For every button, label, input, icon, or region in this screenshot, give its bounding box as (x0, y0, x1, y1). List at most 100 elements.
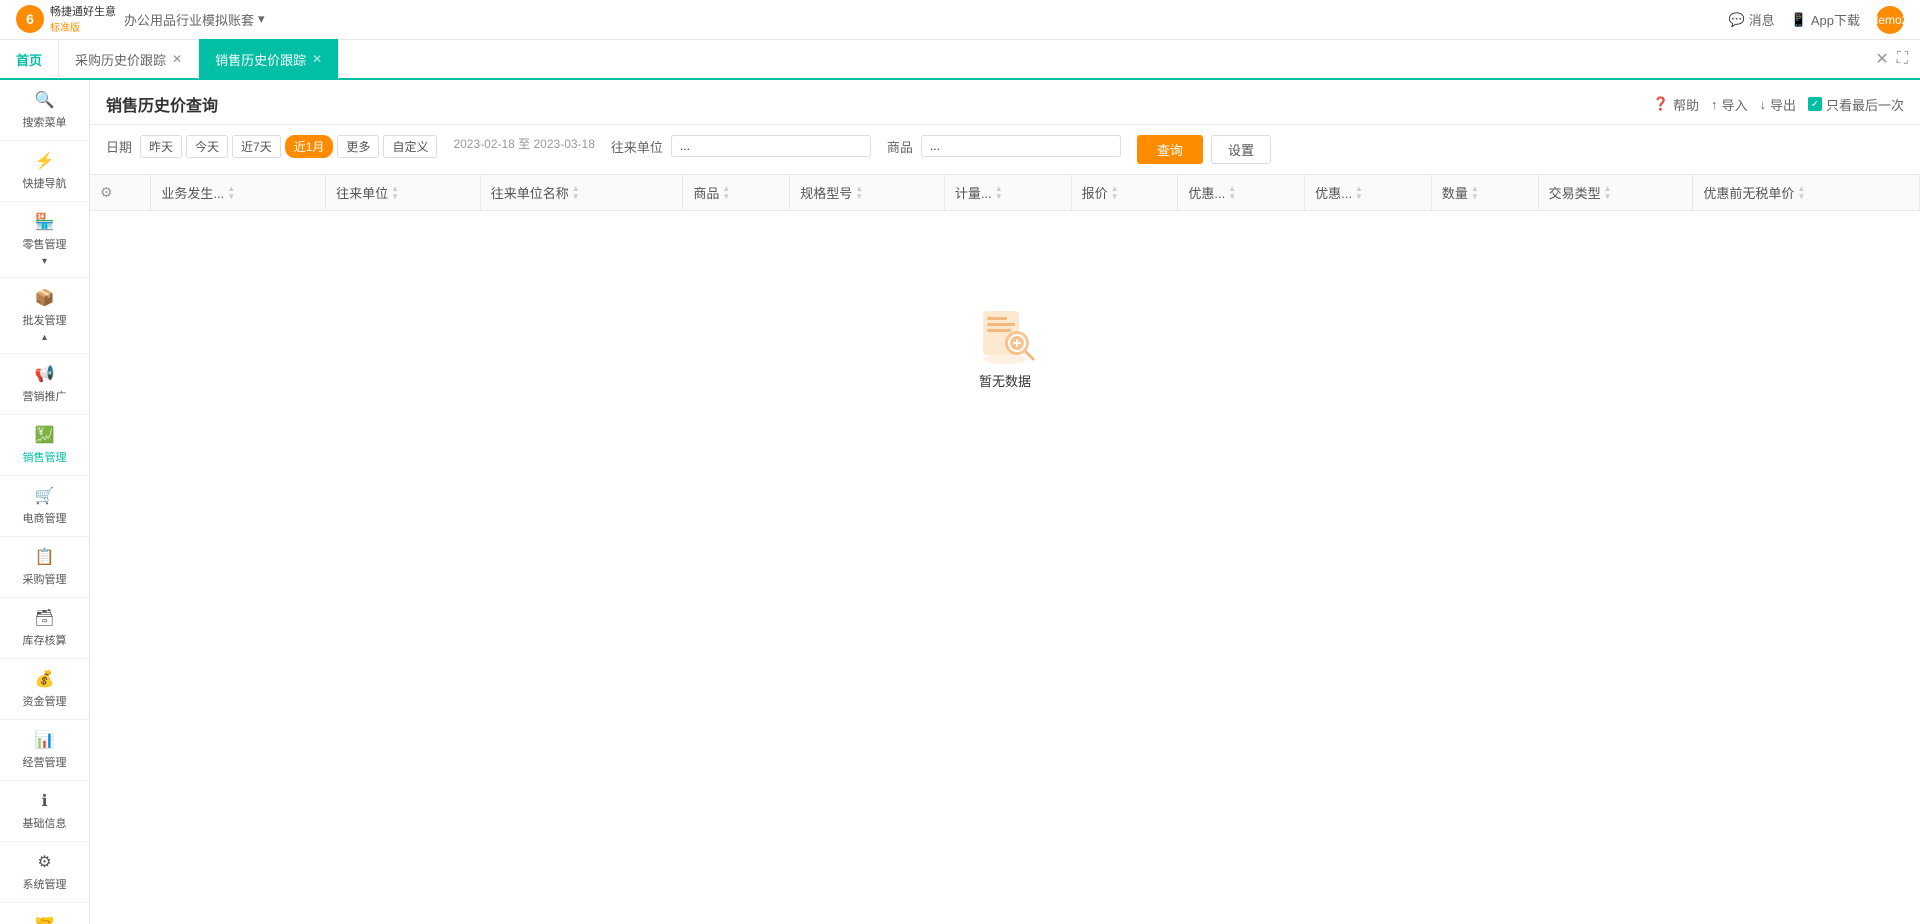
sidebar-item-operations-mgmt[interactable]: 📊 经营管理 (0, 720, 89, 781)
tab-sales-history-label: 销售历史价跟踪 (215, 50, 306, 69)
sidebar-label-quick-nav: 快捷导航 (23, 175, 67, 191)
th-discount1[interactable]: 优惠... ▲▼ (1178, 175, 1305, 211)
message-icon: 💬 (1728, 12, 1744, 28)
th-unit[interactable]: 计量... ▲▼ (944, 175, 1071, 211)
th-partner-code-label: 往来单位 (336, 183, 388, 202)
settings-button[interactable]: 设置 (1211, 135, 1271, 164)
sort-arrows-partner-name: ▲▼ (572, 185, 580, 201)
sidebar-item-quick-nav[interactable]: ⚡ 快捷导航 (0, 141, 89, 202)
tab-purchase-history-label: 采购历史价跟踪 (75, 50, 166, 69)
app-label: App下载 (1811, 10, 1860, 29)
partner-filter-label: 往来单位 (611, 137, 663, 156)
tab-home-label: 首页 (16, 50, 42, 69)
th-trade-type[interactable]: 交易类型 ▲▼ (1538, 175, 1693, 211)
sort-arrows-partner-code: ▲▼ (391, 185, 399, 201)
app-download-btn[interactable]: 📱 App下载 (1791, 10, 1860, 29)
sort-arrows-qty: ▲▼ (1471, 185, 1479, 201)
th-biz-date[interactable]: 业务发生... ▲▼ (151, 175, 326, 211)
th-gear[interactable]: ⚙ (90, 175, 151, 211)
sidebar-item-inventory[interactable]: 🗃 库存核算 (0, 598, 89, 659)
date-btn-custom[interactable]: 自定义 (383, 135, 437, 158)
inventory-icon: 🗃 (34, 608, 54, 628)
product-input[interactable]: ... (921, 135, 1121, 157)
sidebar-item-enterprise-collab[interactable]: 🤝 企业协同 (0, 903, 89, 924)
sidebar-item-search-menu[interactable]: 🔍 搜索菜单 (0, 80, 89, 141)
th-trade-type-label: 交易类型 (1549, 183, 1601, 202)
th-qty[interactable]: 数量 ▲▼ (1431, 175, 1538, 211)
partner-input[interactable]: ... (671, 135, 871, 157)
logo-area: 6 畅捷通好生意 标准版 (16, 5, 116, 34)
sidebar-item-purchase-mgmt[interactable]: 📋 采购管理 (0, 537, 89, 598)
only-last-label: 只看最后一次 (1826, 95, 1904, 114)
table-header-row: ⚙ 业务发生... ▲▼ 往来单位 ▲▼ (90, 175, 1920, 211)
th-pre-tax-price-label: 优惠前无税单价 (1703, 183, 1794, 202)
wholesale-icon: 📦 (35, 288, 55, 308)
tab-purchase-history[interactable]: 采购历史价跟踪 ✕ (59, 39, 199, 79)
finance-icon: 💰 (35, 669, 55, 689)
th-partner-code[interactable]: 往来单位 ▲▼ (326, 175, 481, 211)
th-unit-label: 计量... (955, 183, 992, 202)
date-btn-last1month[interactable]: 近1月 (285, 135, 334, 158)
user-profile[interactable]: demo2 (1876, 6, 1904, 34)
import-btn[interactable]: ↑ 导入 (1711, 95, 1748, 114)
th-pre-tax-price[interactable]: 优惠前无税单价 ▲▼ (1693, 175, 1920, 211)
logo-icon: 6 (16, 5, 44, 33)
sort-arrows-pre-tax-price: ▲▼ (1797, 185, 1805, 201)
date-btn-today[interactable]: 今天 (186, 135, 228, 158)
system-icon: ⚙ (37, 852, 51, 872)
only-last-checkbox-label[interactable]: ✓ 只看最后一次 (1808, 95, 1904, 114)
sidebar-item-ecommerce-mgmt[interactable]: 🛒 电商管理 (0, 476, 89, 537)
page-header-actions: ❓ 帮助 ↑ 导入 ↓ 导出 ✓ 只看最后一次 (1653, 95, 1904, 114)
date-filter-row: 日期 昨天 今天 近7天 近1月 更多 自定义 (106, 135, 437, 158)
sidebar-item-marketing[interactable]: 📢 营销推广 (0, 354, 89, 415)
sidebar-item-sales-mgmt[interactable]: 💹 销售管理 (0, 415, 89, 476)
date-btn-more[interactable]: 更多 (337, 135, 379, 158)
dropdown-arrow-icon: ▾ (258, 11, 265, 27)
sidebar-label-ecommerce-mgmt: 电商管理 (23, 510, 67, 526)
retail-arrow-icon: ▾ (42, 256, 47, 267)
filter-actions: 查询 设置 (1137, 135, 1271, 164)
close-all-tabs-btn[interactable]: ✕ (1875, 49, 1888, 69)
help-btn[interactable]: ❓ 帮助 (1653, 95, 1699, 114)
ecommerce-icon: 🛒 (35, 486, 55, 506)
tab-home[interactable]: 首页 (0, 39, 59, 79)
page-title: 销售历史价查询 (106, 92, 218, 116)
date-btn-last7days[interactable]: 近7天 (232, 135, 281, 158)
maximize-btn[interactable]: ⛶ (1897, 50, 1908, 68)
message-btn[interactable]: 💬 消息 (1728, 10, 1774, 29)
import-label: 导入 (1721, 95, 1747, 114)
th-discount2[interactable]: 优惠... ▲▼ (1305, 175, 1432, 211)
th-spec[interactable]: 规格型号 ▲▼ (790, 175, 945, 211)
date-filter-label: 日期 (106, 137, 132, 156)
main-area: 🔍 搜索菜单 ⚡ 快捷导航 🏪 零售管理 ▾ 📦 批发管理 ▴ 📢 营销推广 💹… (0, 80, 1920, 924)
purchase-icon: 📋 (35, 547, 55, 567)
th-product[interactable]: 商品 ▲▼ (683, 175, 790, 211)
query-button[interactable]: 查询 (1137, 135, 1203, 164)
sort-arrows-quote: ▲▼ (1111, 185, 1119, 201)
only-last-checkbox[interactable]: ✓ (1808, 97, 1822, 111)
th-partner-name[interactable]: 往来单位名称 ▲▼ (480, 175, 683, 211)
date-range-row: 2023-02-18 至 2023-03-18 (453, 135, 594, 152)
sidebar-item-retail-mgmt[interactable]: 🏪 零售管理 ▾ (0, 202, 89, 278)
topbar-right: 💬 消息 📱 App下载 demo2 (1728, 6, 1904, 34)
sidebar-item-system-mgmt[interactable]: ⚙ 系统管理 (0, 842, 89, 903)
data-table: ⚙ 业务发生... ▲▼ 往来单位 ▲▼ (90, 175, 1920, 211)
export-btn[interactable]: ↓ 导出 (1759, 95, 1796, 114)
th-quote[interactable]: 报价 ▲▼ (1071, 175, 1178, 211)
sidebar-item-finance-mgmt[interactable]: 💰 资金管理 (0, 659, 89, 720)
sidebar-item-wholesale-mgmt[interactable]: 📦 批发管理 ▴ (0, 278, 89, 354)
account-dropdown[interactable]: 办公用品行业模拟账套 ▾ (124, 10, 265, 29)
tab-sales-history[interactable]: 销售历史价跟踪 ✕ (199, 39, 339, 79)
sort-arrows-trade-type: ▲▼ (1604, 185, 1612, 201)
date-btn-yesterday[interactable]: 昨天 (140, 135, 182, 158)
sidebar-label-retail-mgmt: 零售管理 (23, 236, 67, 252)
th-discount1-label: 优惠... (1188, 183, 1225, 202)
account-label: 办公用品行业模拟账套 (124, 10, 254, 29)
product-filter: 商品 ... (887, 135, 1121, 157)
sort-arrows-biz-date: ▲▼ (227, 185, 235, 201)
tab-purchase-history-close[interactable]: ✕ (172, 52, 182, 66)
table-area: ⚙ 业务发生... ▲▼ 往来单位 ▲▼ (90, 175, 1920, 924)
sidebar-item-basic-info[interactable]: ℹ 基础信息 (0, 781, 89, 842)
sidebar-label-wholesale-mgmt: 批发管理 (23, 312, 67, 328)
tab-sales-history-close[interactable]: ✕ (312, 52, 322, 66)
